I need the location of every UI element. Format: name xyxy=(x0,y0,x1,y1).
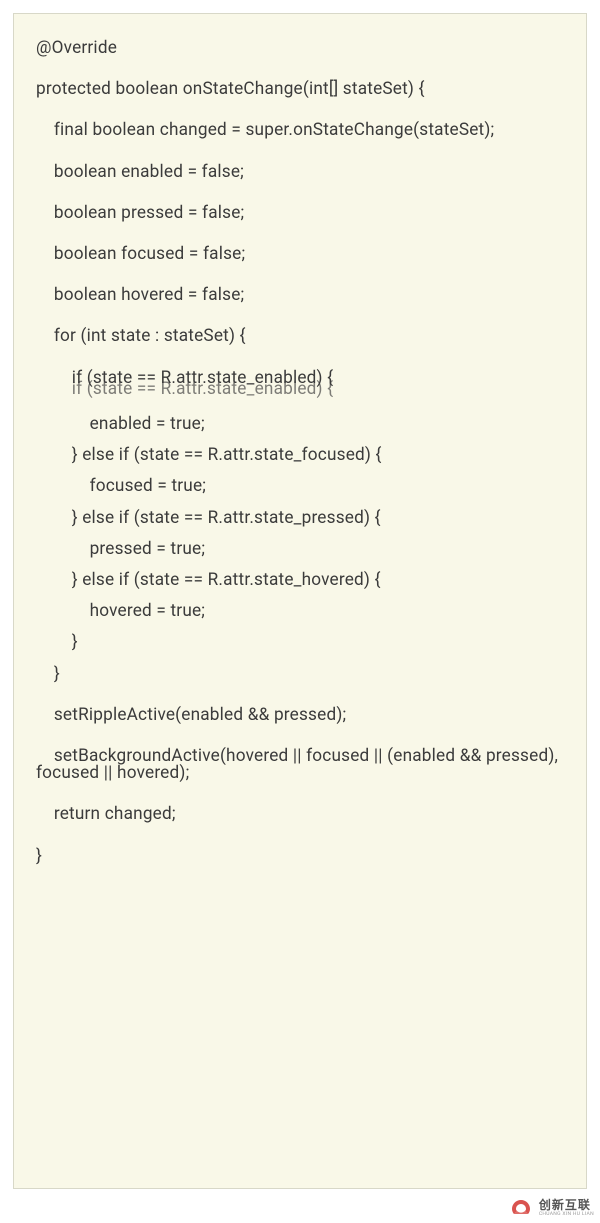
code-line: boolean hovered = false; xyxy=(36,287,564,304)
code-line: setBackgroundActive(hovered || focused |… xyxy=(36,748,564,782)
code-block: @Override protected boolean onStateChang… xyxy=(13,13,587,1189)
code-line: } else if (state == R.attr.state_focused… xyxy=(36,447,564,464)
code-line: } else if (state == R.attr.state_pressed… xyxy=(36,510,564,527)
code-line: final boolean changed = super.onStateCha… xyxy=(36,122,564,139)
code-line-duplicate: if (state == R.attr.state_enabled) { xyxy=(36,381,564,398)
code-line: @Override xyxy=(36,40,564,57)
code-line: pressed = true; xyxy=(36,541,564,558)
code-line: } else if (state == R.attr.state_hovered… xyxy=(36,572,564,589)
logo-icon xyxy=(507,1197,535,1219)
code-line: return changed; xyxy=(36,806,564,823)
logo-text-cn: 创新互联 xyxy=(539,1199,594,1211)
code-line: protected boolean onStateChange(int[] st… xyxy=(36,81,564,98)
footer-logo: 创新互联 CHUANG XIN HU LIAN xyxy=(507,1197,594,1219)
logo-text-pinyin: CHUANG XIN HU LIAN xyxy=(539,1212,594,1217)
code-line: enabled = true; xyxy=(36,416,564,433)
code-line: } xyxy=(36,666,564,683)
code-line: hovered = true; xyxy=(36,603,564,620)
code-line: boolean pressed = false; xyxy=(36,205,564,222)
code-line: boolean enabled = false; xyxy=(36,164,564,181)
code-line: for (int state : stateSet) { xyxy=(36,328,564,345)
code-line: } xyxy=(36,634,564,651)
code-line: setRippleActive(enabled && pressed); xyxy=(36,707,564,724)
code-line: } xyxy=(36,848,564,865)
code-line: boolean focused = false; xyxy=(36,246,564,263)
code-line: focused = true; xyxy=(36,478,564,495)
